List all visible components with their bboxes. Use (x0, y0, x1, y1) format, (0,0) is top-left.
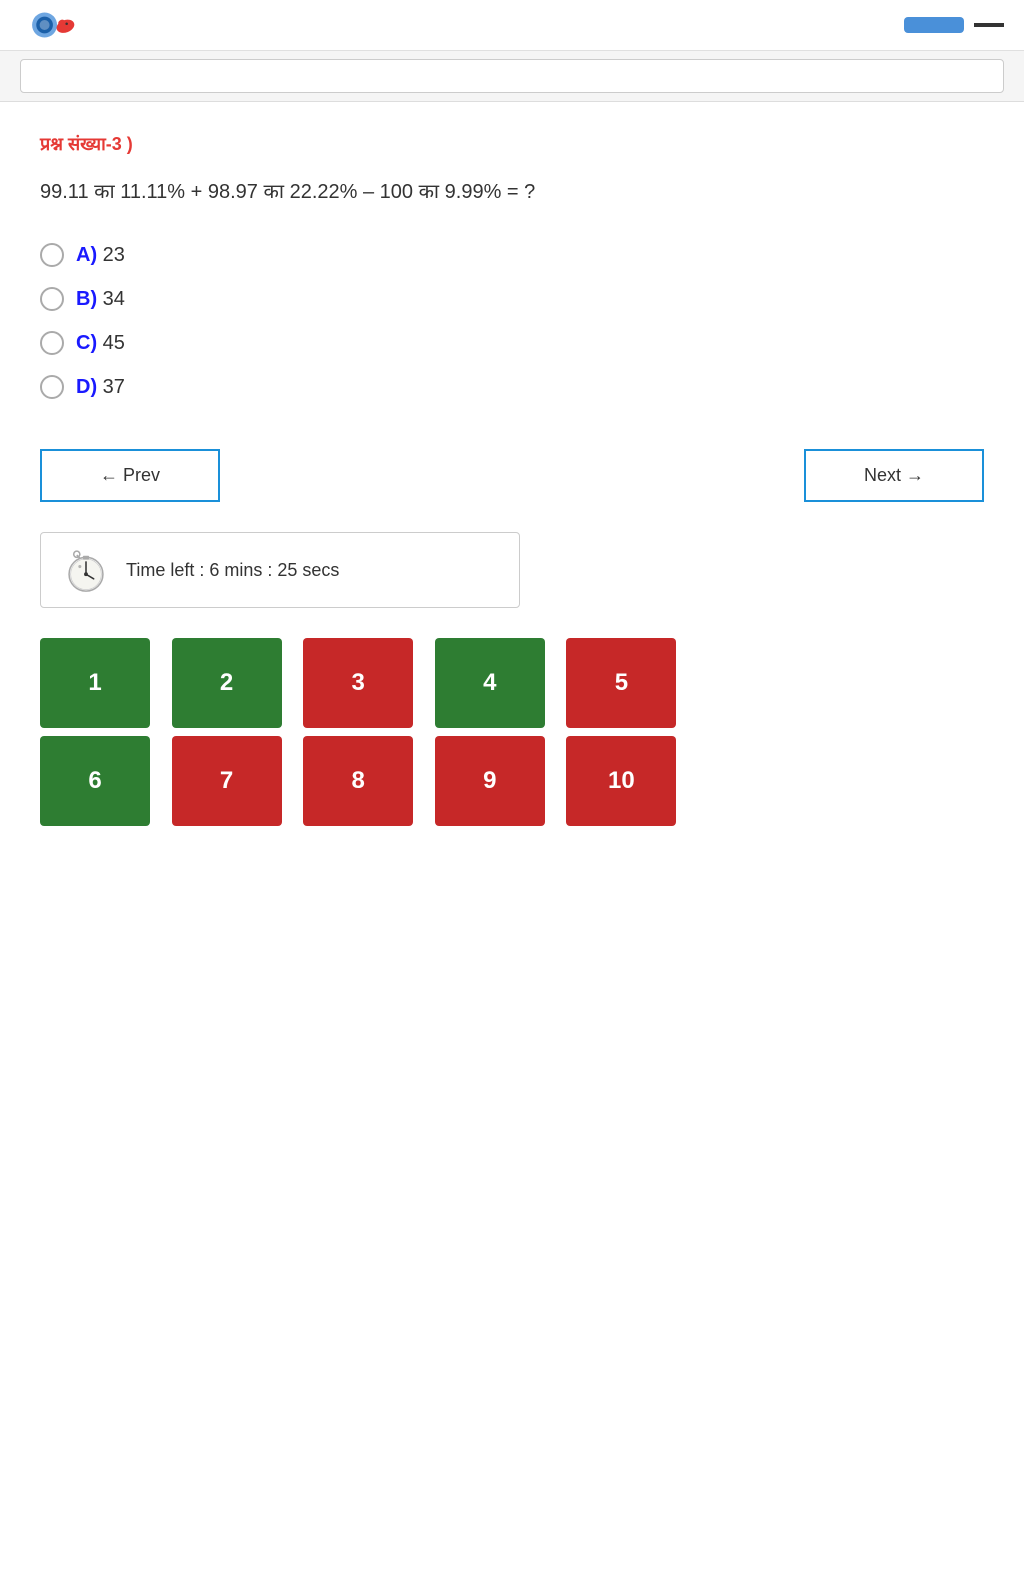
question-number: प्रश्न संख्या-3 ) (40, 132, 984, 156)
radio-c[interactable] (40, 331, 64, 355)
option-d[interactable]: D) 37 (40, 375, 984, 399)
navigation-row: ← Prev Next → (40, 449, 984, 502)
option-d-letter: D) (76, 376, 97, 398)
clock-icon (61, 545, 111, 595)
grid-cell-3[interactable]: 3 (303, 638, 413, 728)
grid-cell-6[interactable]: 6 (40, 736, 150, 826)
search-bar-container (0, 51, 1024, 102)
logo-area (20, 10, 80, 40)
option-b-label: B) 34 (76, 288, 125, 311)
grid-cell-2[interactable]: 2 (172, 638, 282, 728)
prev-button[interactable]: ← Prev (40, 449, 220, 502)
option-a-letter: A) (76, 244, 97, 266)
radio-a[interactable] (40, 243, 64, 267)
option-a-value: 23 (103, 244, 125, 266)
option-c[interactable]: C) 45 (40, 331, 984, 355)
option-b-letter: B) (76, 288, 97, 310)
minimize-button[interactable] (974, 23, 1004, 27)
grid-cell-9[interactable]: 9 (435, 736, 545, 826)
option-c-letter: C) (76, 332, 97, 354)
option-c-value: 45 (103, 332, 125, 354)
question-grid: 12345 678910 (40, 638, 690, 826)
next-button[interactable]: Next → (804, 449, 984, 502)
header (0, 0, 1024, 51)
grid-cell-8[interactable]: 8 (303, 736, 413, 826)
grid-cell-5[interactable]: 5 (566, 638, 676, 728)
question-text: 99.11 का 11.11% + 98.97 का 22.22% – 100 … (40, 176, 984, 208)
header-right (904, 17, 1004, 33)
search-input[interactable] (20, 59, 1004, 93)
main-content: प्रश्न संख्या-3 ) 99.11 का 11.11% + 98.9… (0, 102, 1024, 856)
radio-b[interactable] (40, 287, 64, 311)
options-container: A) 23 B) 34 C) 45 D) 37 (40, 243, 984, 399)
logo-icon (30, 10, 80, 40)
header-action-button[interactable] (904, 17, 964, 33)
option-d-value: 37 (103, 376, 125, 398)
grid-cell-4[interactable]: 4 (435, 638, 545, 728)
option-a-label: A) 23 (76, 244, 125, 267)
timer-container: Time left : 6 mins : 25 secs (40, 532, 520, 608)
option-b-value: 34 (103, 288, 125, 310)
radio-d[interactable] (40, 375, 64, 399)
grid-cell-1[interactable]: 1 (40, 638, 150, 728)
option-c-label: C) 45 (76, 332, 125, 355)
option-d-label: D) 37 (76, 376, 125, 399)
grid-cell-7[interactable]: 7 (172, 736, 282, 826)
option-b[interactable]: B) 34 (40, 287, 984, 311)
grid-cell-10[interactable]: 10 (566, 736, 676, 826)
option-a[interactable]: A) 23 (40, 243, 984, 267)
timer-text: Time left : 6 mins : 25 secs (126, 560, 339, 581)
